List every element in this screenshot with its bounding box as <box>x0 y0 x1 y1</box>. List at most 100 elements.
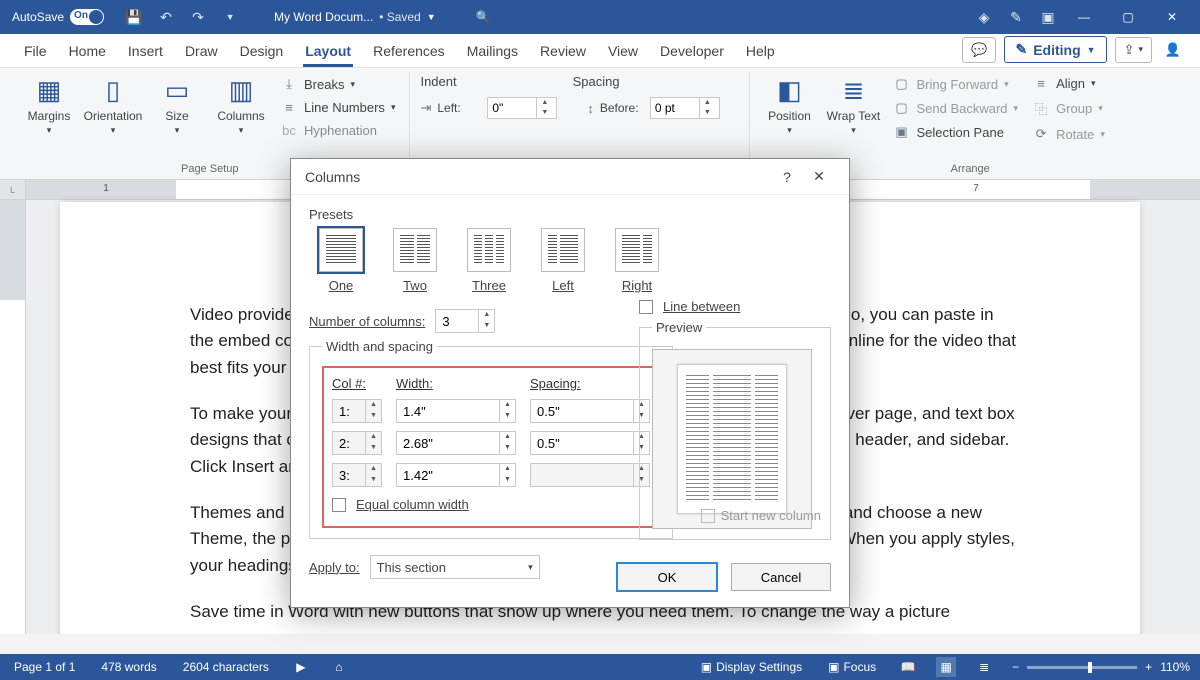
tab-insert[interactable]: Insert <box>118 37 173 67</box>
apply-to-label: Apply to: <box>309 560 360 575</box>
read-mode-icon[interactable]: 📖 <box>898 657 918 677</box>
maximize-button[interactable]: ▢ <box>1106 0 1150 34</box>
tab-draw[interactable]: Draw <box>175 37 228 67</box>
cancel-button[interactable]: Cancel <box>731 563 831 591</box>
tab-help[interactable]: Help <box>736 37 785 67</box>
vertical-ruler[interactable] <box>0 200 26 634</box>
preview-page <box>677 364 787 514</box>
indent-left-input[interactable]: ▲▼ <box>487 97 557 119</box>
breaks-icon: ⤓ <box>280 76 298 92</box>
spacing-before-icon: ↕ <box>587 101 594 116</box>
redo-icon[interactable]: ↷ <box>184 3 212 31</box>
group-icon: ⿻ <box>1032 99 1050 118</box>
col-width-1[interactable]: ▲▼ <box>396 399 516 423</box>
margins-button[interactable]: ▦Margins▾ <box>20 72 78 138</box>
preset-three[interactable]: Three <box>467 228 511 293</box>
account-icon[interactable]: 👤 <box>1160 37 1186 63</box>
bring-forward-button[interactable]: ▢Bring Forward ▾ <box>888 74 1022 94</box>
size-button[interactable]: ▭Size▾ <box>148 72 206 138</box>
display-settings[interactable]: ▣ Display Settings <box>697 660 806 674</box>
dialog-close-button[interactable]: ✕ <box>803 161 835 193</box>
tab-design[interactable]: Design <box>230 37 294 67</box>
accessibility-icon[interactable]: ⌂ <box>329 657 349 677</box>
columns-icon: ▥ <box>229 74 254 106</box>
toggle-switch[interactable]: On <box>70 9 104 25</box>
apply-to-combo[interactable]: This section▾ <box>370 555 540 579</box>
zoom-slider[interactable] <box>1027 666 1137 669</box>
col-width-2[interactable]: ▲▼ <box>396 431 516 455</box>
minimize-button[interactable]: — <box>1062 0 1106 34</box>
columns-button[interactable]: ▥Columns▾ <box>212 72 270 138</box>
share-button[interactable]: ⇪ ▾ <box>1115 37 1152 63</box>
align-button[interactable]: ≡Align ▾ <box>1028 74 1109 93</box>
tab-layout[interactable]: Layout <box>295 37 361 67</box>
zoom-out-icon[interactable]: − <box>1012 660 1019 674</box>
preset-two[interactable]: Two <box>393 228 437 293</box>
zoom-value[interactable]: 110% <box>1160 660 1190 674</box>
autosave-label: AutoSave <box>12 10 64 24</box>
tab-view[interactable]: View <box>598 37 648 67</box>
web-layout-icon[interactable]: ≣ <box>974 657 994 677</box>
send-backward-button[interactable]: ▢Send Backward ▾ <box>888 98 1022 118</box>
rotate-button[interactable]: ⟳Rotate ▾ <box>1028 124 1109 144</box>
orientation-icon: ▯ <box>106 74 120 106</box>
search-icon[interactable]: 🔍 <box>476 10 491 24</box>
margins-icon: ▦ <box>37 74 62 106</box>
preset-one[interactable]: One <box>319 228 363 293</box>
diamond-icon[interactable]: ◈ <box>970 3 998 31</box>
col-spacing-2[interactable]: ▲▼ <box>530 431 650 455</box>
tab-mailings[interactable]: Mailings <box>457 37 528 67</box>
document-title[interactable]: My Word Docum... • Saved ▼ <box>274 10 436 24</box>
start-new-column: Start new column <box>701 508 821 523</box>
undo-icon[interactable]: ↶ <box>152 3 180 31</box>
rotate-icon: ⟳ <box>1032 126 1050 142</box>
indent-header: Indent <box>420 72 456 93</box>
equal-width-checkbox[interactable] <box>332 498 346 512</box>
focus-mode[interactable]: ▣ Focus <box>824 660 880 674</box>
orientation-button[interactable]: ▯Orientation▾ <box>84 72 142 138</box>
qat-dropdown-icon[interactable]: ▼ <box>216 3 244 31</box>
tab-review[interactable]: Review <box>530 37 596 67</box>
spacing-header: Spacing <box>573 72 620 93</box>
wand-icon[interactable]: ✎ <box>1002 3 1030 31</box>
tab-developer[interactable]: Developer <box>650 37 734 67</box>
dialog-help-button[interactable]: ? <box>771 161 803 193</box>
line-between-checkbox[interactable] <box>639 300 653 314</box>
col-width-3[interactable]: ▲▼ <box>396 463 516 487</box>
selection-pane-button[interactable]: ▣Selection Pane <box>888 122 1022 142</box>
zoom-control[interactable]: − + 110% <box>1012 660 1190 674</box>
status-bar: Page 1 of 1 478 words 2604 characters ▶ … <box>0 654 1200 680</box>
macro-icon[interactable]: ▶ <box>291 657 311 677</box>
zoom-in-icon[interactable]: + <box>1145 660 1152 674</box>
col-spacing-3: ▲▼ <box>530 463 650 487</box>
word-count[interactable]: 478 words <box>97 660 160 674</box>
print-layout-icon[interactable]: ▦ <box>936 657 956 677</box>
breaks-button[interactable]: ⤓Breaks ▾ <box>276 74 399 94</box>
editing-mode-button[interactable]: ✎ Editing ▼ <box>1004 36 1106 63</box>
preview-panel <box>652 349 812 529</box>
num-columns-input[interactable]: ▲▼ <box>435 309 495 333</box>
tab-file[interactable]: File <box>14 37 57 67</box>
hyphenation-button[interactable]: bcHyphenation <box>276 121 399 140</box>
comments-button[interactable]: 💬 <box>962 37 996 63</box>
autosave-toggle[interactable]: AutoSave On <box>6 9 110 25</box>
ruler-corner: L <box>0 180 26 200</box>
col-spacing-1[interactable]: ▲▼ <box>530 399 650 423</box>
position-icon: ◧ <box>777 74 802 106</box>
line-numbers-button[interactable]: ≡Line Numbers ▾ <box>276 98 399 117</box>
position-button[interactable]: ◧Position▾ <box>760 72 818 138</box>
ribbon-tabs: File Home Insert Draw Design Layout Refe… <box>0 34 1200 68</box>
char-count[interactable]: 2604 characters <box>179 660 273 674</box>
spacing-before-input[interactable]: ▲▼ <box>650 97 720 119</box>
window-icon[interactable]: ▣ <box>1034 3 1062 31</box>
page-status[interactable]: Page 1 of 1 <box>10 660 79 674</box>
tab-home[interactable]: Home <box>59 37 116 67</box>
preset-left[interactable]: Left <box>541 228 585 293</box>
wrap-text-button[interactable]: ≣Wrap Text▾ <box>824 72 882 138</box>
group-button[interactable]: ⿻Group ▾ <box>1028 97 1109 120</box>
hyphenation-icon: bc <box>280 123 298 138</box>
save-icon[interactable]: 💾 <box>120 3 148 31</box>
ok-button[interactable]: OK <box>617 563 717 591</box>
close-button[interactable]: ✕ <box>1150 0 1194 34</box>
tab-references[interactable]: References <box>363 37 455 67</box>
